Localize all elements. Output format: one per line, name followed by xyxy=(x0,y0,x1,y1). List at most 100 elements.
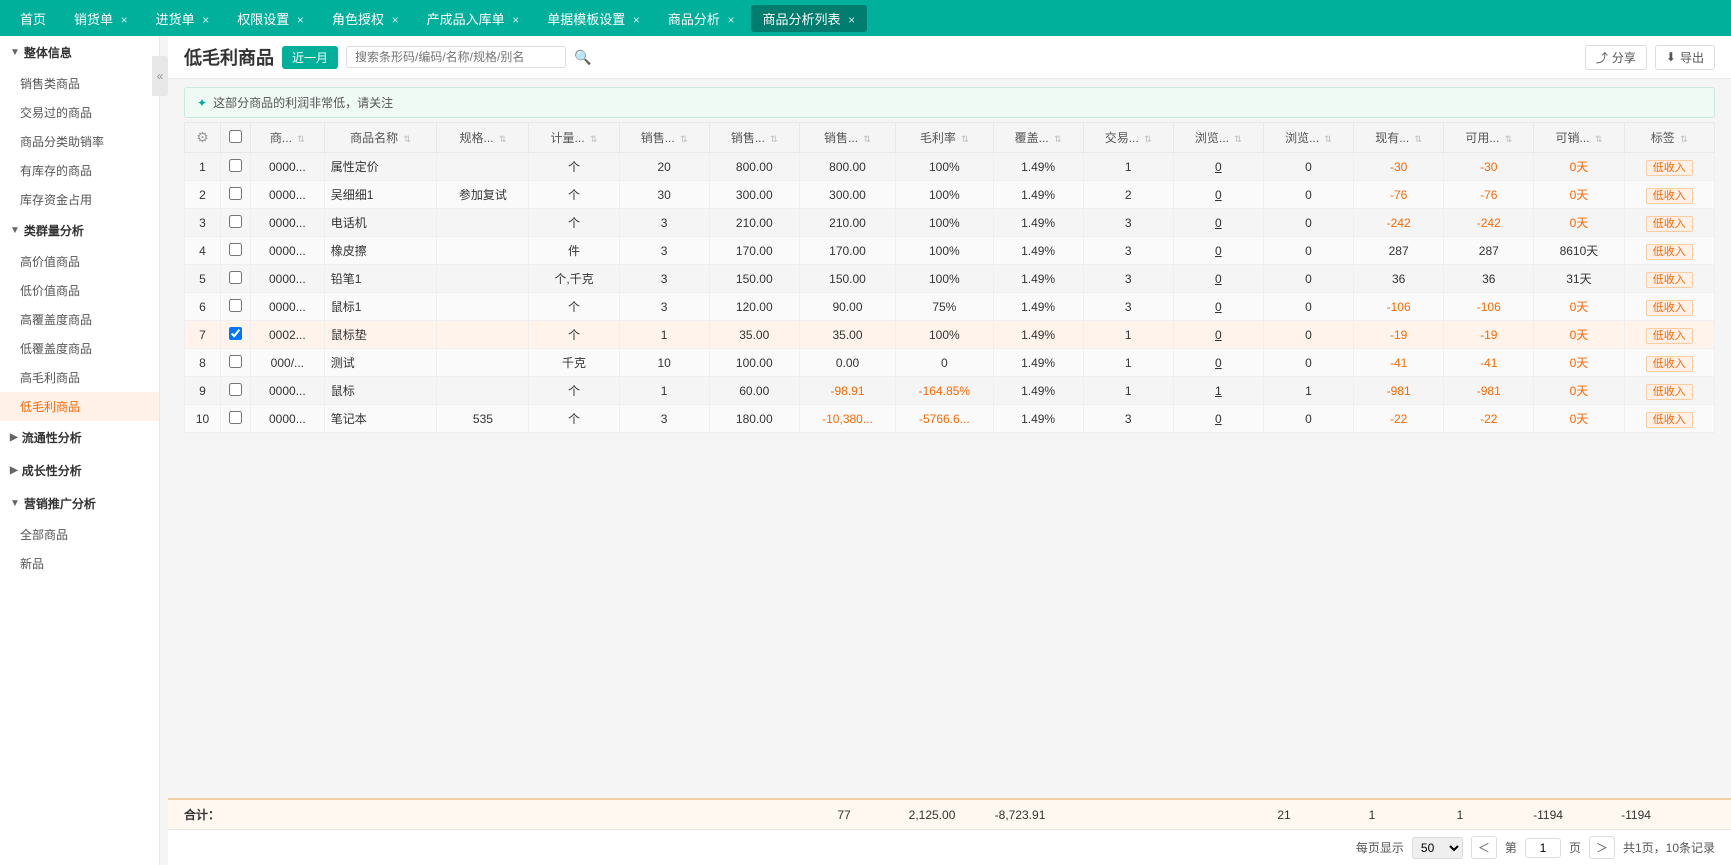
sidebar-item-low-value[interactable]: 低价值商品 xyxy=(0,276,159,305)
table-container[interactable]: ⚙ 商... ⇅ 商品名称 ⇅ 规格... ⇅ 计量... ⇅ 销售... ⇅ … xyxy=(184,122,1715,798)
sidebar-item-high-coverage[interactable]: 高覆盖度商品 xyxy=(0,305,159,334)
sidebar-item-high-gross[interactable]: 高毛利商品 xyxy=(0,363,159,392)
row-name[interactable]: 鼠标垫 xyxy=(324,321,437,349)
row-checkbox[interactable] xyxy=(221,321,251,349)
prev-page-button[interactable]: ＜ xyxy=(1471,836,1497,859)
row-name[interactable]: 笔记本 xyxy=(324,405,437,433)
close-icon[interactable]: × xyxy=(727,13,734,27)
sidebar-item-low-gross[interactable]: 低毛利商品 xyxy=(0,392,159,421)
next-page-button[interactable]: ＞ xyxy=(1589,836,1615,859)
col-code[interactable]: 商... ⇅ xyxy=(251,123,325,153)
row-check-input[interactable] xyxy=(229,271,242,284)
sidebar-item-capital[interactable]: 库存资金占用 xyxy=(0,185,159,214)
close-icon[interactable]: × xyxy=(121,13,128,27)
nav-item-purchase[interactable]: 进货单 × xyxy=(144,5,222,32)
col-trade-count[interactable]: 交易... ⇅ xyxy=(1083,123,1173,153)
row-check-input[interactable] xyxy=(229,383,242,396)
nav-item-product-entry[interactable]: 产成品入库单 × xyxy=(415,5,532,32)
row-name[interactable]: 鼠标 xyxy=(324,377,437,405)
nav-item-permission[interactable]: 权限设置 × xyxy=(225,5,316,32)
row-checkbox[interactable] xyxy=(221,209,251,237)
select-all-checkbox[interactable] xyxy=(229,130,242,143)
nav-item-home[interactable]: 首页 xyxy=(8,5,58,32)
row-view1[interactable]: 0 xyxy=(1173,265,1263,293)
row-checkbox[interactable] xyxy=(221,153,251,181)
col-view1[interactable]: 浏览... ⇅ xyxy=(1173,123,1263,153)
row-check-input[interactable] xyxy=(229,187,242,200)
row-check-input[interactable] xyxy=(229,243,242,256)
row-view1[interactable]: 0 xyxy=(1173,321,1263,349)
sidebar-item-new-goods[interactable]: 新品 xyxy=(0,549,159,578)
row-check-input[interactable] xyxy=(229,215,242,228)
sidebar-item-all-goods[interactable]: 全部商品 xyxy=(0,520,159,549)
sidebar-group-growth[interactable]: ▶ 成长性分析 xyxy=(0,454,159,487)
nav-item-goods-analysis-list[interactable]: 商品分析列表 × xyxy=(751,5,868,32)
col-settings[interactable]: ⚙ xyxy=(185,123,221,153)
row-name[interactable]: 测试 xyxy=(324,349,437,377)
row-checkbox[interactable] xyxy=(221,349,251,377)
col-gross-rate[interactable]: 毛利率 ⇅ xyxy=(896,123,993,153)
search-input[interactable] xyxy=(346,46,566,68)
row-view1[interactable]: 0 xyxy=(1173,153,1263,181)
row-view1[interactable]: 0 xyxy=(1173,349,1263,377)
row-checkbox[interactable] xyxy=(221,405,251,433)
share-button[interactable]: ⤴ 分享 xyxy=(1585,45,1647,70)
time-filter-button[interactable]: 近一月 xyxy=(282,46,338,69)
row-view1[interactable]: 0 xyxy=(1173,237,1263,265)
col-sales-price[interactable]: 销售... ⇅ xyxy=(709,123,799,153)
col-spec[interactable]: 规格... ⇅ xyxy=(437,123,529,153)
nav-item-template[interactable]: 单据模板设置 × xyxy=(535,5,652,32)
sidebar-group-flow[interactable]: ▶ 流通性分析 xyxy=(0,421,159,454)
row-view1[interactable]: 1 xyxy=(1173,377,1263,405)
row-view1[interactable]: 0 xyxy=(1173,293,1263,321)
close-icon[interactable]: × xyxy=(202,13,209,27)
row-check-input[interactable] xyxy=(229,159,242,172)
row-name[interactable]: 鼠标1 xyxy=(324,293,437,321)
col-sales-amount[interactable]: 销售... ⇅ xyxy=(799,123,895,153)
page-size-select[interactable]: 50 20 100 xyxy=(1412,837,1463,859)
sidebar-item-low-coverage[interactable]: 低覆盖度商品 xyxy=(0,334,159,363)
sidebar-item-stocked-goods[interactable]: 有库存的商品 xyxy=(0,156,159,185)
row-check-input[interactable] xyxy=(229,411,242,424)
sidebar-item-high-value[interactable]: 高价值商品 xyxy=(0,247,159,276)
page-number-input[interactable] xyxy=(1525,838,1561,858)
sidebar-group-marketing[interactable]: ▼ 营销推广分析 xyxy=(0,487,159,520)
close-icon[interactable]: × xyxy=(297,13,304,27)
row-name[interactable]: 电话机 xyxy=(324,209,437,237)
col-tag[interactable]: 标签 ⇅ xyxy=(1624,123,1715,153)
close-icon[interactable]: × xyxy=(848,13,855,27)
col-saleable-days[interactable]: 可销... ⇅ xyxy=(1534,123,1624,153)
row-checkbox[interactable] xyxy=(221,265,251,293)
row-view1[interactable]: 0 xyxy=(1173,209,1263,237)
col-unit[interactable]: 计量... ⇅ xyxy=(529,123,619,153)
close-icon[interactable]: × xyxy=(392,13,399,27)
row-check-input[interactable] xyxy=(229,299,242,312)
col-available-stock[interactable]: 可用... ⇅ xyxy=(1444,123,1534,153)
row-checkbox[interactable] xyxy=(221,181,251,209)
row-name[interactable]: 吴细细1 xyxy=(324,181,437,209)
col-coverage[interactable]: 覆盖... ⇅ xyxy=(993,123,1083,153)
col-current-stock[interactable]: 现有... ⇅ xyxy=(1354,123,1444,153)
nav-item-role[interactable]: 角色授权 × xyxy=(320,5,411,32)
close-icon[interactable]: × xyxy=(633,13,640,27)
sidebar-group-cluster[interactable]: ▼ 类群量分析 xyxy=(0,214,159,247)
row-name[interactable]: 橡皮擦 xyxy=(324,237,437,265)
col-name[interactable]: 商品名称 ⇅ xyxy=(324,123,437,153)
sidebar-group-overview[interactable]: ▼ 整体信息 xyxy=(0,36,159,69)
export-button[interactable]: ⬇ 导出 xyxy=(1655,45,1715,70)
sidebar-collapse-button[interactable]: « xyxy=(152,56,168,96)
row-view1[interactable]: 0 xyxy=(1173,405,1263,433)
row-checkbox[interactable] xyxy=(221,237,251,265)
row-name[interactable]: 属性定价 xyxy=(324,153,437,181)
sidebar-item-traded-goods[interactable]: 交易过的商品 xyxy=(0,98,159,127)
sidebar-item-category-rate[interactable]: 商品分类助销率 xyxy=(0,127,159,156)
nav-item-goods-analysis[interactable]: 商品分析 × xyxy=(656,5,747,32)
row-name[interactable]: 铅笔1 xyxy=(324,265,437,293)
row-checkbox[interactable] xyxy=(221,377,251,405)
row-check-input[interactable] xyxy=(229,355,242,368)
row-check-input[interactable] xyxy=(229,327,242,340)
col-view2[interactable]: 浏览... ⇅ xyxy=(1263,123,1353,153)
row-view1[interactable]: 0 xyxy=(1173,181,1263,209)
col-checkbox[interactable] xyxy=(221,123,251,153)
row-checkbox[interactable] xyxy=(221,293,251,321)
